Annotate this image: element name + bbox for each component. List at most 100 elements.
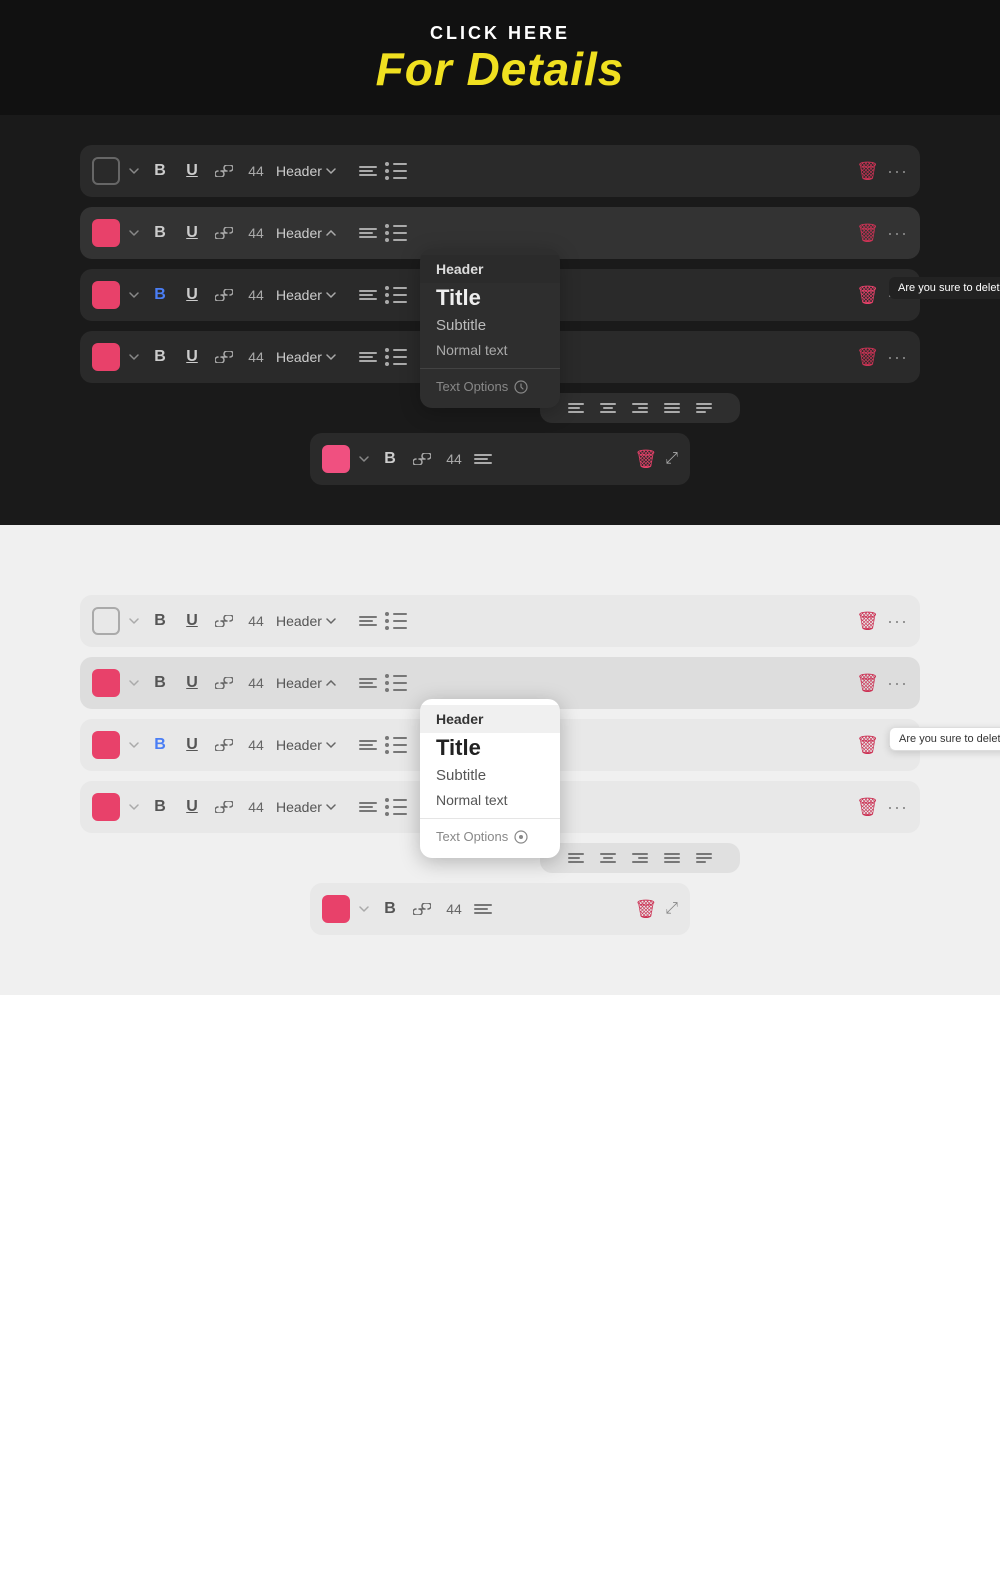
light-size-3[interactable]: 44 — [244, 737, 268, 753]
light-dropdown-4[interactable]: Header — [276, 799, 351, 815]
light-bold-2[interactable]: B — [148, 674, 172, 692]
align-justify-option-dark[interactable] — [664, 403, 680, 413]
more-button-2[interactable]: ··· — [887, 223, 908, 244]
list-icon-4[interactable] — [385, 348, 407, 366]
light-bold-4[interactable]: B — [148, 798, 172, 816]
dropdown-subtitle-option[interactable]: Subtitle — [420, 315, 560, 336]
underline-button-1[interactable]: U — [180, 162, 204, 180]
delete-button-4[interactable]: 🗑 — [856, 347, 879, 368]
light-size-4[interactable]: 44 — [244, 799, 268, 815]
more-button-1[interactable]: ··· — [887, 161, 908, 182]
short-bold-dark[interactable]: B — [378, 450, 402, 468]
light-chevron-4[interactable] — [128, 801, 140, 813]
light-align-1[interactable] — [359, 616, 377, 626]
align-left-option-light[interactable] — [568, 853, 584, 863]
list-icon-2[interactable] — [385, 224, 407, 242]
short-expand-light[interactable]: ⤢ — [665, 900, 678, 918]
light-link-1[interactable] — [212, 615, 236, 627]
light-list-4[interactable] — [385, 798, 407, 816]
light-underline-2[interactable]: U — [180, 674, 204, 692]
link-button-2[interactable] — [212, 227, 236, 239]
light-dropdown-options[interactable]: Text Options — [420, 823, 560, 852]
style-dropdown-menu-dark[interactable]: Header Title Subtitle Normal text Text O… — [420, 249, 560, 408]
light-more-1[interactable]: ··· — [887, 611, 908, 632]
color-swatch-3[interactable] — [92, 281, 120, 309]
style-dropdown-2[interactable]: Header — [276, 225, 351, 241]
link-button-3[interactable] — [212, 289, 236, 301]
light-link-3[interactable] — [212, 739, 236, 751]
bold-button-2[interactable]: B — [148, 224, 172, 242]
align-center-option-dark[interactable] — [600, 403, 616, 413]
light-list-3[interactable] — [385, 736, 407, 754]
style-dropdown-1[interactable]: Header — [276, 163, 351, 179]
align-justify-option-light[interactable] — [664, 853, 680, 863]
light-more-2[interactable]: ··· — [887, 673, 908, 694]
banner[interactable]: CLICK HERE For Details — [0, 0, 1000, 115]
align-center-option-light[interactable] — [600, 853, 616, 863]
light-chevron-1[interactable] — [128, 615, 140, 627]
short-delete-dark[interactable]: 🗑 — [634, 449, 657, 470]
underline-button-4[interactable]: U — [180, 348, 204, 366]
dropdown-normal-option[interactable]: Normal text — [420, 336, 560, 364]
light-color-swatch-3[interactable] — [92, 731, 120, 759]
light-color-swatch-4[interactable] — [92, 793, 120, 821]
light-align-2[interactable] — [359, 678, 377, 688]
light-dropdown-1[interactable]: Header — [276, 613, 351, 629]
align-left-icon-3[interactable] — [359, 290, 377, 300]
light-delete-3[interactable]: 🗑 Are you sure to delete this text? — [856, 735, 879, 756]
color-swatch-2[interactable] — [92, 219, 120, 247]
light-chevron-2[interactable] — [128, 677, 140, 689]
light-dropdown-header[interactable]: Header — [420, 705, 560, 733]
bold-button-3[interactable]: B — [148, 286, 172, 304]
light-color-swatch-1[interactable] — [92, 607, 120, 635]
more-button-4[interactable]: ··· — [887, 347, 908, 368]
light-align-4[interactable] — [359, 802, 377, 812]
delete-button-2[interactable]: 🗑 — [856, 223, 879, 244]
light-delete-1[interactable]: 🗑 — [856, 611, 879, 632]
bold-button-1[interactable]: B — [148, 162, 172, 180]
light-link-4[interactable] — [212, 801, 236, 813]
font-size-2[interactable]: 44 — [244, 225, 268, 241]
light-underline-1[interactable]: U — [180, 612, 204, 630]
align-distribute-option-light[interactable] — [696, 853, 712, 863]
underline-button-3[interactable]: U — [180, 286, 204, 304]
light-link-2[interactable] — [212, 677, 236, 689]
light-delete-2[interactable]: 🗑 — [856, 673, 879, 694]
font-size-4[interactable]: 44 — [244, 349, 268, 365]
chevron-down-icon-2[interactable] — [128, 227, 140, 239]
align-distribute-option-dark[interactable] — [696, 403, 712, 413]
short-color-swatch-dark[interactable] — [322, 445, 350, 473]
underline-button-2[interactable]: U — [180, 224, 204, 242]
light-delete-4[interactable]: 🗑 — [856, 797, 879, 818]
light-list-1[interactable] — [385, 612, 407, 630]
light-dropdown-normal[interactable]: Normal text — [420, 786, 560, 814]
list-icon-1[interactable] — [385, 162, 407, 180]
link-button-1[interactable] — [212, 165, 236, 177]
link-button-4[interactable] — [212, 351, 236, 363]
align-left-option-dark[interactable] — [568, 403, 584, 413]
delete-button-1[interactable]: 🗑 — [856, 161, 879, 182]
light-underline-4[interactable]: U — [180, 798, 204, 816]
light-align-3[interactable] — [359, 740, 377, 750]
short-align-light[interactable] — [474, 904, 492, 914]
short-link-light[interactable] — [410, 903, 434, 915]
chevron-down-icon-1[interactable] — [128, 165, 140, 177]
light-list-2[interactable] — [385, 674, 407, 692]
light-size-1[interactable]: 44 — [244, 613, 268, 629]
chevron-down-icon-3[interactable] — [128, 289, 140, 301]
dropdown-header-option[interactable]: Header — [420, 255, 560, 283]
short-color-swatch-light[interactable] — [322, 895, 350, 923]
style-dropdown-4[interactable]: Header — [276, 349, 351, 365]
light-size-2[interactable]: 44 — [244, 675, 268, 691]
light-dropdown-3[interactable]: Header — [276, 737, 351, 753]
light-more-4[interactable]: ··· — [887, 797, 908, 818]
font-size-1[interactable]: 44 — [244, 163, 268, 179]
short-bold-light[interactable]: B — [378, 900, 402, 918]
short-chevron-light[interactable] — [358, 903, 370, 915]
color-swatch-1[interactable] — [92, 157, 120, 185]
align-left-icon-4[interactable] — [359, 352, 377, 362]
short-link-dark[interactable] — [410, 453, 434, 465]
light-dropdown-2[interactable]: Header — [276, 675, 351, 691]
light-bold-1[interactable]: B — [148, 612, 172, 630]
light-dropdown-title[interactable]: Title — [420, 733, 560, 765]
